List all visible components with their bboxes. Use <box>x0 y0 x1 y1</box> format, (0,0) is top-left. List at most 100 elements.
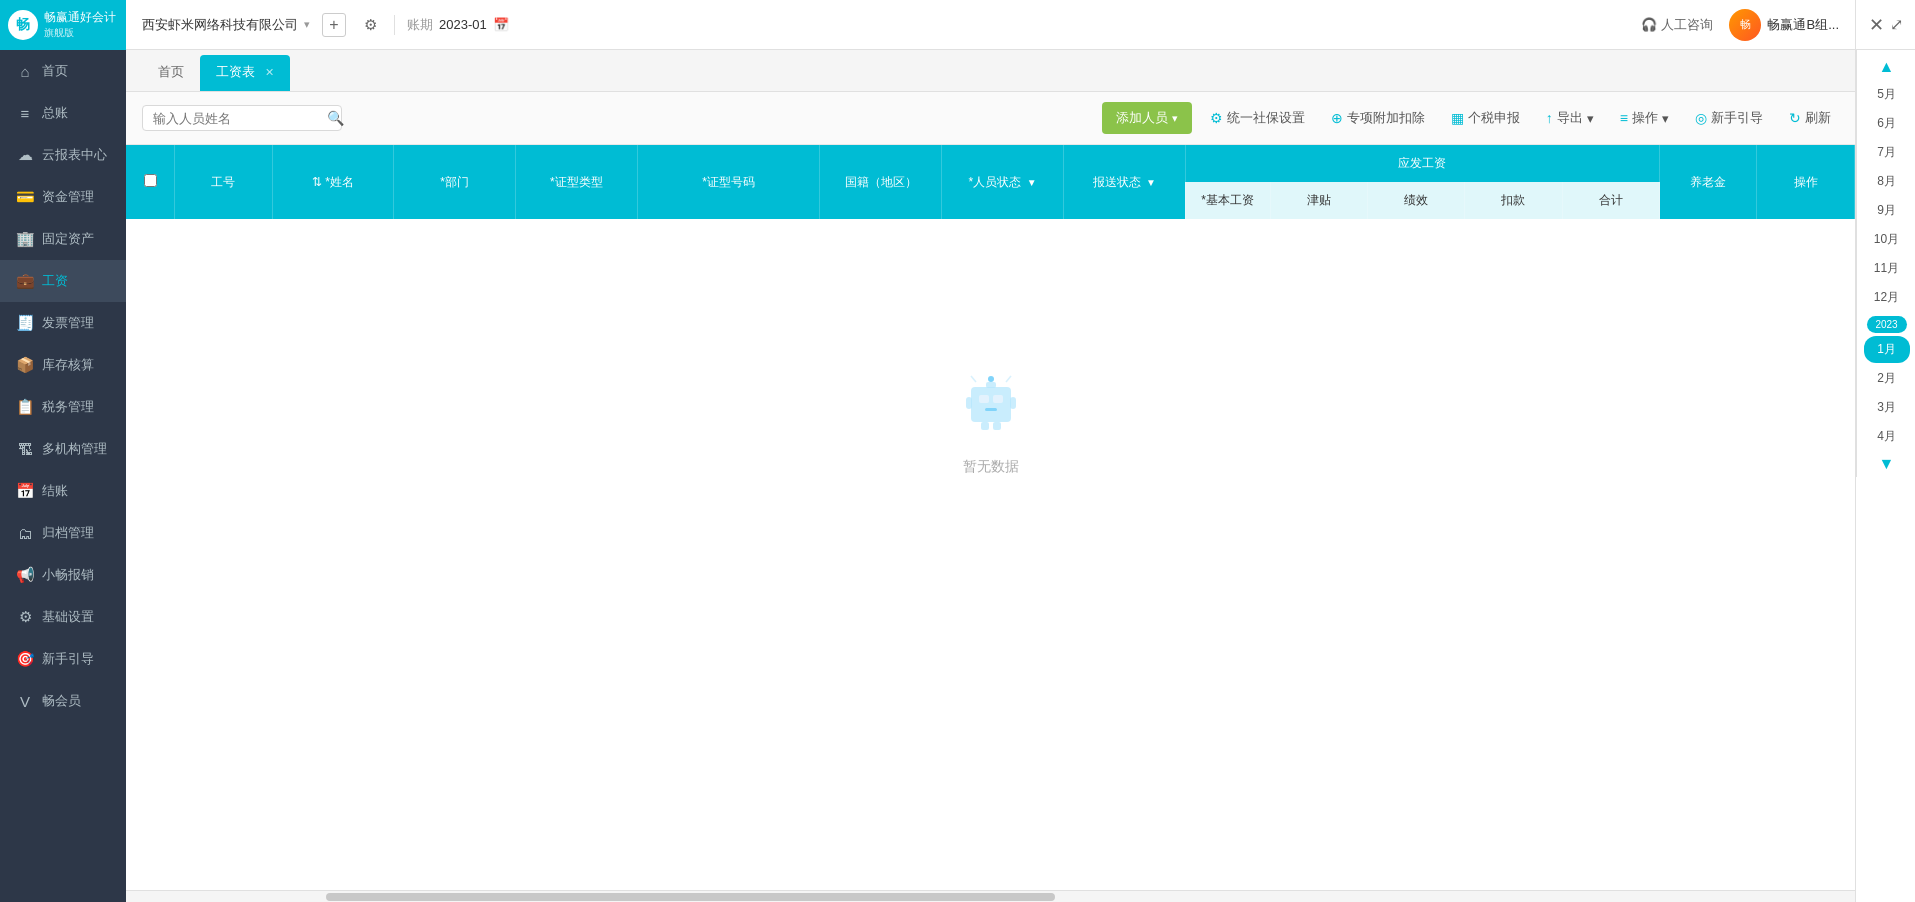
sidebar-item-salary[interactable]: 💼 工资 <box>0 260 126 302</box>
tab-salary[interactable]: 工资表 ✕ <box>200 55 290 91</box>
company-name: 西安虾米网络科技有限公司 <box>142 16 298 34</box>
empty-state: 暂无数据 <box>126 219 1855 619</box>
add-person-button[interactable]: 添加人员 ▾ <box>1102 102 1192 134</box>
sidebar-item-home[interactable]: ⌂ 首页 <box>0 50 126 92</box>
th-region: 国籍（地区） <box>820 145 942 219</box>
svg-rect-8 <box>986 382 996 388</box>
horizontal-scrollbar[interactable] <box>126 890 1855 902</box>
scroll-thumb[interactable] <box>326 893 1055 901</box>
svg-line-11 <box>1006 376 1011 382</box>
table-wrap: 工号 ⇅ *姓名 *部门 *证型类型 *证型号码 国籍（地区） *人员状态 ▼ … <box>126 145 1855 890</box>
calendar-month-4[interactable]: 4月 <box>1864 423 1910 450</box>
calendar-month-5[interactable]: 5月 <box>1864 81 1910 108</box>
sidebar-item-invoice[interactable]: 🧾 发票管理 <box>0 302 126 344</box>
settings-icon: ⚙ <box>16 608 34 626</box>
add-company-button[interactable]: + <box>322 13 346 37</box>
calendar-icon[interactable]: 📅 <box>493 17 509 32</box>
guide-button[interactable]: ◎ 新手引导 <box>1687 105 1771 131</box>
tax-icon: 📋 <box>16 398 34 416</box>
social-label: 统一社保设置 <box>1227 109 1305 127</box>
close-icon[interactable]: ✕ <box>1869 14 1884 36</box>
sidebar-item-archive[interactable]: 🗂 归档管理 <box>0 512 126 554</box>
svg-rect-0 <box>971 387 1011 422</box>
sidebar-item-label: 工资 <box>42 272 68 290</box>
search-wrap[interactable]: 🔍 <box>142 105 342 131</box>
th-id: 工号 <box>175 145 272 219</box>
sidebar-item-guide[interactable]: 🎯 新手引导 <box>0 638 126 680</box>
calendar-nav-up[interactable]: ▲ <box>1875 54 1899 80</box>
svg-rect-5 <box>1010 397 1016 409</box>
sidebar-item-inventory[interactable]: 📦 库存核算 <box>0 344 126 386</box>
calendar-month-12[interactable]: 12月 <box>1864 284 1910 311</box>
assets-icon: 🏢 <box>16 230 34 248</box>
archive-icon: 🗂 <box>16 525 34 542</box>
calendar-year-2023: 2023 <box>1867 316 1907 333</box>
chevron-down-icon: ▾ <box>1172 112 1178 125</box>
calendar-month-9[interactable]: 9月 <box>1864 197 1910 224</box>
period-selector[interactable]: 账期 2023-01 📅 <box>407 16 509 34</box>
calendar-nav-down[interactable]: ▼ <box>1875 451 1899 477</box>
th-yingfa: 应发工资 <box>1185 145 1659 182</box>
search-input[interactable] <box>153 111 321 126</box>
calendar-month-6[interactable]: 6月 <box>1864 110 1910 137</box>
expand-icon[interactable]: ⤢ <box>1890 15 1903 34</box>
refresh-icon: ↻ <box>1789 110 1801 126</box>
calendar-month-8[interactable]: 8月 <box>1864 168 1910 195</box>
th-checkbox[interactable] <box>126 145 175 219</box>
sidebar-item-label: 资金管理 <box>42 188 94 206</box>
calendar-month-10[interactable]: 10月 <box>1864 226 1910 253</box>
sidebar-item-expense[interactable]: 📢 小畅报销 <box>0 554 126 596</box>
sidebar-item-assets[interactable]: 🏢 固定资产 <box>0 218 126 260</box>
social-security-settings[interactable]: ⚙ 统一社保设置 <box>1202 105 1313 131</box>
tabs-bar: 首页 工资表 ✕ <box>126 50 1855 92</box>
salary-icon: 💼 <box>16 272 34 290</box>
calendar-month-2[interactable]: 2月 <box>1864 365 1910 392</box>
filter-icon[interactable]: ▼ <box>1146 177 1156 188</box>
select-all-checkbox[interactable] <box>144 174 157 187</box>
calendar-month-11[interactable]: 11月 <box>1864 255 1910 282</box>
sidebar-item-cloud-report[interactable]: ☁ 云报表中心 <box>0 134 126 176</box>
user-menu[interactable]: 畅 畅赢通B组... <box>1729 9 1839 41</box>
sidebar-item-tax[interactable]: 📋 税务管理 <box>0 386 126 428</box>
sidebar-item-close-account[interactable]: 📅 结账 <box>0 470 126 512</box>
content-area: 🔍 添加人员 ▾ ⚙ 统一社保设置 ⊕ 专项附加扣除 ▦ 个税申报 <box>126 92 1855 902</box>
refresh-button[interactable]: ↻ 刷新 <box>1781 105 1839 131</box>
logo-text: 畅赢通好会计 <box>44 10 116 26</box>
deduction-icon: ⊕ <box>1331 110 1343 126</box>
filter-icon[interactable]: ▼ <box>1027 177 1037 188</box>
svg-rect-7 <box>993 422 1001 430</box>
tab-home[interactable]: 首页 <box>142 55 200 91</box>
calendar-month-1[interactable]: 1月 <box>1864 336 1910 363</box>
sidebar-item-vip[interactable]: V 畅会员 <box>0 680 126 722</box>
period-label: 账期 <box>407 16 433 34</box>
special-deduction[interactable]: ⊕ 专项附加扣除 <box>1323 105 1433 131</box>
calendar-month-7[interactable]: 7月 <box>1864 139 1910 166</box>
sidebar-item-ledger[interactable]: ≡ 总账 <box>0 92 126 134</box>
avatar: 畅 <box>1729 9 1761 41</box>
main-area: 西安虾米网络科技有限公司 ▾ + ⚙ 账期 2023-01 📅 🎧 人工咨询 畅… <box>126 0 1855 902</box>
sidebar-item-fund[interactable]: 💳 资金管理 <box>0 176 126 218</box>
individual-tax[interactable]: ▦ 个税申报 <box>1443 105 1528 131</box>
sidebar-item-settings[interactable]: ⚙ 基础设置 <box>0 596 126 638</box>
sidebar-item-label: 结账 <box>42 482 68 500</box>
sidebar-item-label: 新手引导 <box>42 650 94 668</box>
cloud-icon: ☁ <box>16 146 34 164</box>
service-button[interactable]: 🎧 人工咨询 <box>1641 16 1713 34</box>
org-icon: 🏗 <box>16 441 34 458</box>
export-icon: ↑ <box>1546 110 1553 126</box>
company-selector[interactable]: 西安虾米网络科技有限公司 ▾ <box>142 16 310 34</box>
operations-button[interactable]: ≡ 操作 ▾ <box>1612 105 1677 131</box>
svg-rect-2 <box>993 395 1003 403</box>
export-button[interactable]: ↑ 导出 ▾ <box>1538 105 1602 131</box>
toolbar-right: 添加人员 ▾ ⚙ 统一社保设置 ⊕ 专项附加扣除 ▦ 个税申报 ↑ 导出 <box>1102 102 1839 134</box>
th-report: 报送状态 ▼ <box>1063 145 1185 219</box>
company-settings-button[interactable]: ⚙ <box>358 13 382 37</box>
invoice-icon: 🧾 <box>16 314 34 332</box>
refresh-label: 刷新 <box>1805 109 1831 127</box>
sidebar-item-multi-org[interactable]: 🏗 多机构管理 <box>0 428 126 470</box>
topbar: 西安虾米网络科技有限公司 ▾ + ⚙ 账期 2023-01 📅 🎧 人工咨询 畅… <box>126 0 1855 50</box>
calendar-month-3[interactable]: 3月 <box>1864 394 1910 421</box>
th-name: ⇅ *姓名 <box>272 145 394 219</box>
tab-close-icon[interactable]: ✕ <box>265 66 274 78</box>
sidebar-item-label: 多机构管理 <box>42 440 107 458</box>
